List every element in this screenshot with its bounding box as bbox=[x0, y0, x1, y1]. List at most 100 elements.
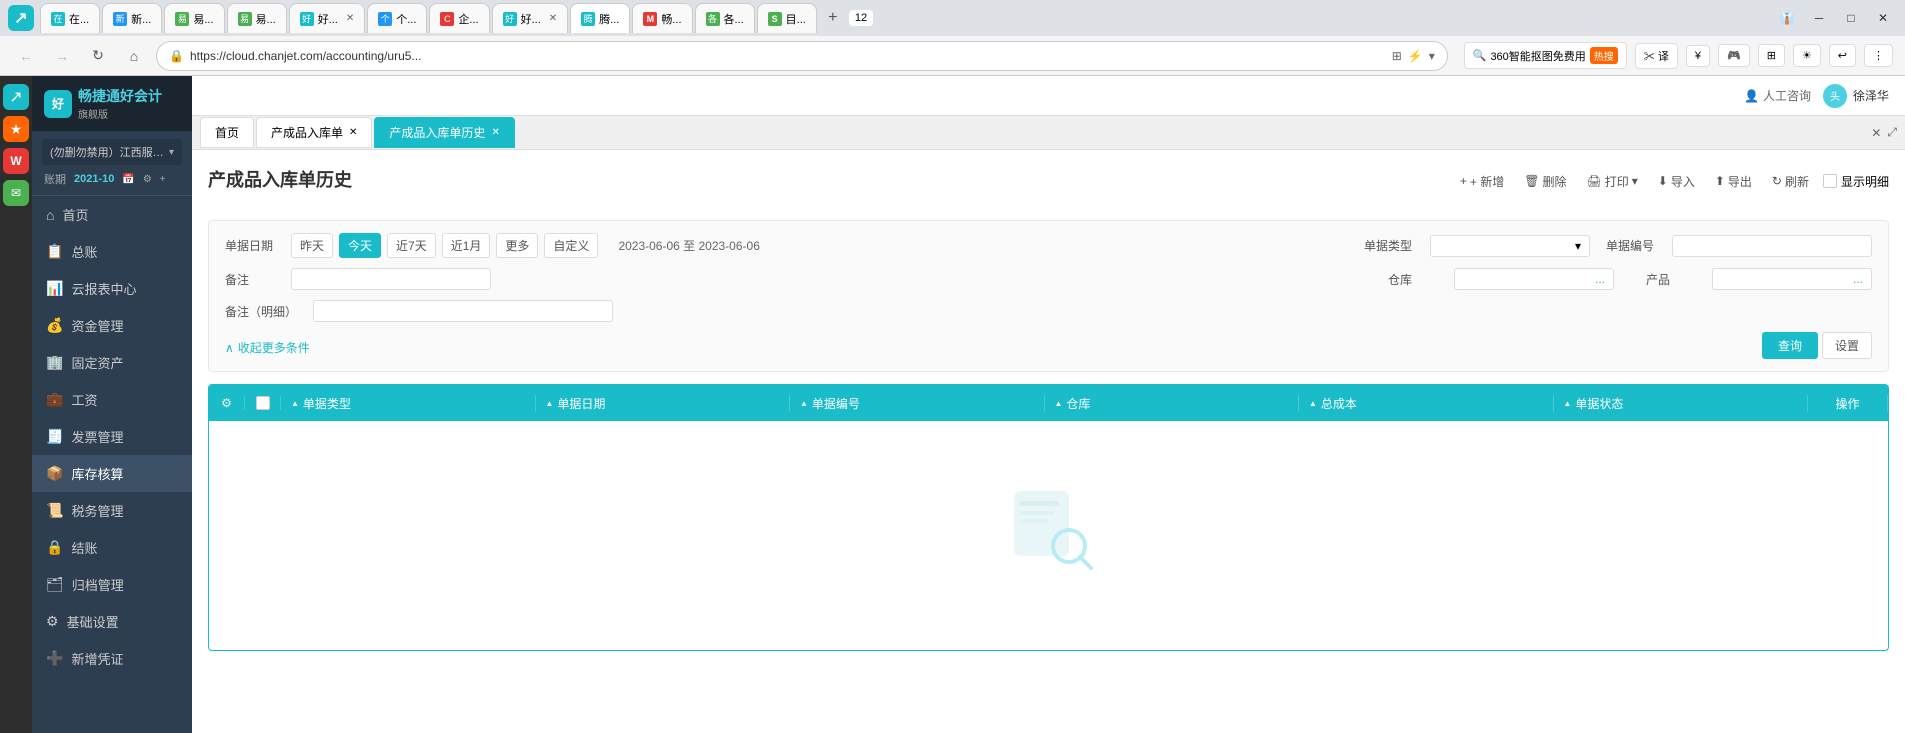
search-bar[interactable]: 🔍 360智能抠图免费用 热搜 bbox=[1464, 42, 1627, 69]
sidebar-item-newbill[interactable]: ➕ 新增凭证 bbox=[32, 640, 192, 677]
sidebar-item-inventory[interactable]: 📦 库存核算 bbox=[32, 455, 192, 492]
date-btn-custom[interactable]: 自定义 bbox=[544, 233, 598, 258]
warehouse-dots-icon[interactable]: ... bbox=[1595, 272, 1605, 286]
table-bill-no-column[interactable]: ▲ 单据编号 bbox=[790, 395, 1045, 412]
date-btn-today[interactable]: 今天 bbox=[339, 233, 381, 258]
date-btn-more[interactable]: 更多 bbox=[496, 233, 538, 258]
sidebar-item-funds[interactable]: 💰 资金管理 bbox=[32, 307, 192, 344]
browser-tab-11[interactable]: 各 各... bbox=[695, 3, 755, 33]
customer-service-button[interactable]: 👤 人工咨询 bbox=[1744, 87, 1811, 104]
table-bill-status-column[interactable]: ▲ 单据状态 bbox=[1554, 395, 1809, 412]
bill-no-input[interactable] bbox=[1672, 235, 1872, 257]
history-tool[interactable]: ↩ bbox=[1829, 44, 1856, 67]
bill-type-select[interactable]: ▾ bbox=[1430, 235, 1590, 257]
page-tab-history-close[interactable]: ✕ bbox=[491, 127, 499, 138]
tab-panel-close-icon[interactable]: ✕ bbox=[1871, 126, 1881, 140]
sidebar-item-reports[interactable]: 📊 云报表中心 bbox=[32, 270, 192, 307]
maximize-button[interactable]: □ bbox=[1837, 4, 1865, 32]
set-button[interactable]: 设置 bbox=[1822, 332, 1872, 359]
tab-close-8[interactable]: ✕ bbox=[549, 13, 557, 24]
app-logo-icon[interactable]: ↗ bbox=[8, 5, 34, 31]
browser-tab-7[interactable]: C 企... bbox=[429, 3, 489, 33]
apps-grid[interactable]: ⊞ bbox=[1758, 44, 1785, 67]
product-dots-icon[interactable]: ... bbox=[1853, 272, 1863, 286]
sort-bill-date-icon: ▲ bbox=[546, 399, 554, 408]
table-bill-date-column[interactable]: ▲ 单据日期 bbox=[536, 395, 791, 412]
sidebar-item-ledger[interactable]: 📋 总账 bbox=[32, 233, 192, 270]
sort-cost-icon: ▲ bbox=[1309, 399, 1317, 408]
tab-count-badge[interactable]: 12 bbox=[849, 10, 873, 26]
scissors-tool[interactable]: ✂ 译 bbox=[1635, 43, 1678, 69]
new-tab-button[interactable]: + bbox=[819, 4, 847, 32]
toolbar-print-button[interactable]: 🖨 打印 ▾ bbox=[1580, 170, 1643, 193]
dock-icon-weibo[interactable]: W bbox=[3, 148, 29, 174]
toolbar-export-button[interactable]: ⬆ 导出 bbox=[1709, 170, 1758, 193]
sidebar-item-archive[interactable]: 🗂 归档管理 bbox=[32, 566, 192, 603]
tab-label-2: 新... bbox=[131, 11, 151, 27]
toolbar-import-button[interactable]: ⬇ 导入 bbox=[1652, 170, 1701, 193]
show-columns-checkbox[interactable] bbox=[1823, 174, 1837, 188]
tab-panel-expand-icon[interactable]: ⤢ bbox=[1887, 125, 1897, 140]
theme-tool[interactable]: ☀ bbox=[1793, 44, 1821, 67]
browser-tab-1[interactable]: 在 在... bbox=[40, 3, 100, 33]
page-tab-history[interactable]: 产成品入库单历史 ✕ bbox=[374, 117, 514, 148]
date-btn-7days[interactable]: 近7天 bbox=[387, 233, 436, 258]
sidebar-item-tax[interactable]: 📜 税务管理 bbox=[32, 492, 192, 529]
date-btn-1month[interactable]: 近1月 bbox=[442, 233, 491, 258]
browser-tab-6[interactable]: 个 个... bbox=[367, 3, 427, 33]
browser-tab-5[interactable]: 好 好... ✕ bbox=[289, 3, 366, 33]
sidebar-item-settings[interactable]: ⚙ 基础设置 bbox=[32, 603, 192, 640]
close-button[interactable]: ✕ bbox=[1869, 4, 1897, 32]
dock-icon-orange[interactable]: ★ bbox=[3, 116, 29, 142]
browser-tab-3[interactable]: 易 易... bbox=[164, 3, 224, 33]
note-input[interactable] bbox=[291, 268, 491, 290]
period-settings-icon[interactable]: ⚙ bbox=[143, 174, 152, 185]
table-bill-type-column[interactable]: ▲ 单据类型 bbox=[281, 395, 536, 412]
toolbar-add-button[interactable]: + + 新增 bbox=[1454, 170, 1510, 193]
tab-close-5[interactable]: ✕ bbox=[346, 13, 354, 24]
period-add-icon[interactable]: + bbox=[160, 174, 166, 185]
table-total-cost-column[interactable]: ▲ 总成本 bbox=[1299, 395, 1554, 412]
sidebar-item-checkout[interactable]: 🔒 结账 bbox=[32, 529, 192, 566]
collapse-button[interactable]: ∧ 收起更多条件 bbox=[225, 339, 310, 356]
product-select[interactable]: ... bbox=[1712, 268, 1872, 290]
refresh-button[interactable]: ↻ bbox=[84, 42, 112, 70]
home-button[interactable]: ⌂ bbox=[120, 42, 148, 70]
dock-icon-app[interactable]: ↗ bbox=[3, 84, 29, 110]
browser-tab-8[interactable]: 好 好... ✕ bbox=[492, 3, 569, 33]
company-selector[interactable]: (勿删勿禁用）江西服宝测试专用 ▾ bbox=[42, 139, 182, 165]
browser-tab-4[interactable]: 易 易... bbox=[227, 3, 287, 33]
game-tool[interactable]: 🎮 bbox=[1718, 44, 1750, 67]
translate-tool[interactable]: ¥ bbox=[1686, 45, 1710, 67]
sidebar-item-invoice[interactable]: 🧾 发票管理 bbox=[32, 418, 192, 455]
page-tab-list[interactable]: 产成品入库单 ✕ bbox=[256, 117, 372, 148]
period-calendar-icon[interactable]: 📅 bbox=[122, 174, 134, 185]
sidebar-item-payroll[interactable]: 💼 工资 bbox=[32, 381, 192, 418]
browser-tab-2[interactable]: 新 新... bbox=[102, 3, 162, 33]
table-settings-column[interactable]: ⚙ bbox=[209, 396, 245, 410]
table-warehouse-column[interactable]: ▲ 仓库 bbox=[1045, 395, 1300, 412]
browser-tab-12[interactable]: S 目... bbox=[757, 3, 817, 33]
toolbar-delete-button[interactable]: 🗑 删除 bbox=[1518, 170, 1572, 193]
browser-tab-10[interactable]: M 畅... bbox=[632, 3, 692, 33]
url-bar[interactable]: 🔒 https://cloud.chanjet.com/accounting/u… bbox=[156, 41, 1448, 71]
forward-button[interactable]: → bbox=[48, 42, 76, 70]
table-checkbox-column[interactable] bbox=[245, 396, 281, 410]
dock-icon-mail[interactable]: ✉ bbox=[3, 180, 29, 206]
customize-button[interactable]: 👔 bbox=[1773, 4, 1801, 32]
toolbar-refresh-button[interactable]: ↻ 刷新 bbox=[1766, 170, 1815, 193]
sidebar-item-fixed[interactable]: 🏢 固定资产 bbox=[32, 344, 192, 381]
minimize-button[interactable]: ─ bbox=[1805, 4, 1833, 32]
note-detail-input[interactable] bbox=[313, 300, 613, 322]
more-tool[interactable]: ⋮ bbox=[1864, 44, 1893, 67]
query-button[interactable]: 查询 bbox=[1762, 332, 1818, 359]
back-button[interactable]: ← bbox=[12, 42, 40, 70]
sidebar-item-home[interactable]: ⌂ 首页 bbox=[32, 196, 192, 233]
page-tab-home[interactable]: 首页 bbox=[200, 117, 254, 148]
date-btn-yesterday[interactable]: 昨天 bbox=[291, 233, 333, 258]
browser-tab-9[interactable]: 腾 腾... bbox=[570, 3, 630, 33]
warehouse-select[interactable]: ... bbox=[1454, 268, 1614, 290]
table-select-all-checkbox[interactable] bbox=[256, 396, 270, 410]
page-tab-list-close[interactable]: ✕ bbox=[349, 127, 357, 138]
toolbar-show-columns-toggle[interactable]: 显示明细 bbox=[1823, 173, 1889, 190]
